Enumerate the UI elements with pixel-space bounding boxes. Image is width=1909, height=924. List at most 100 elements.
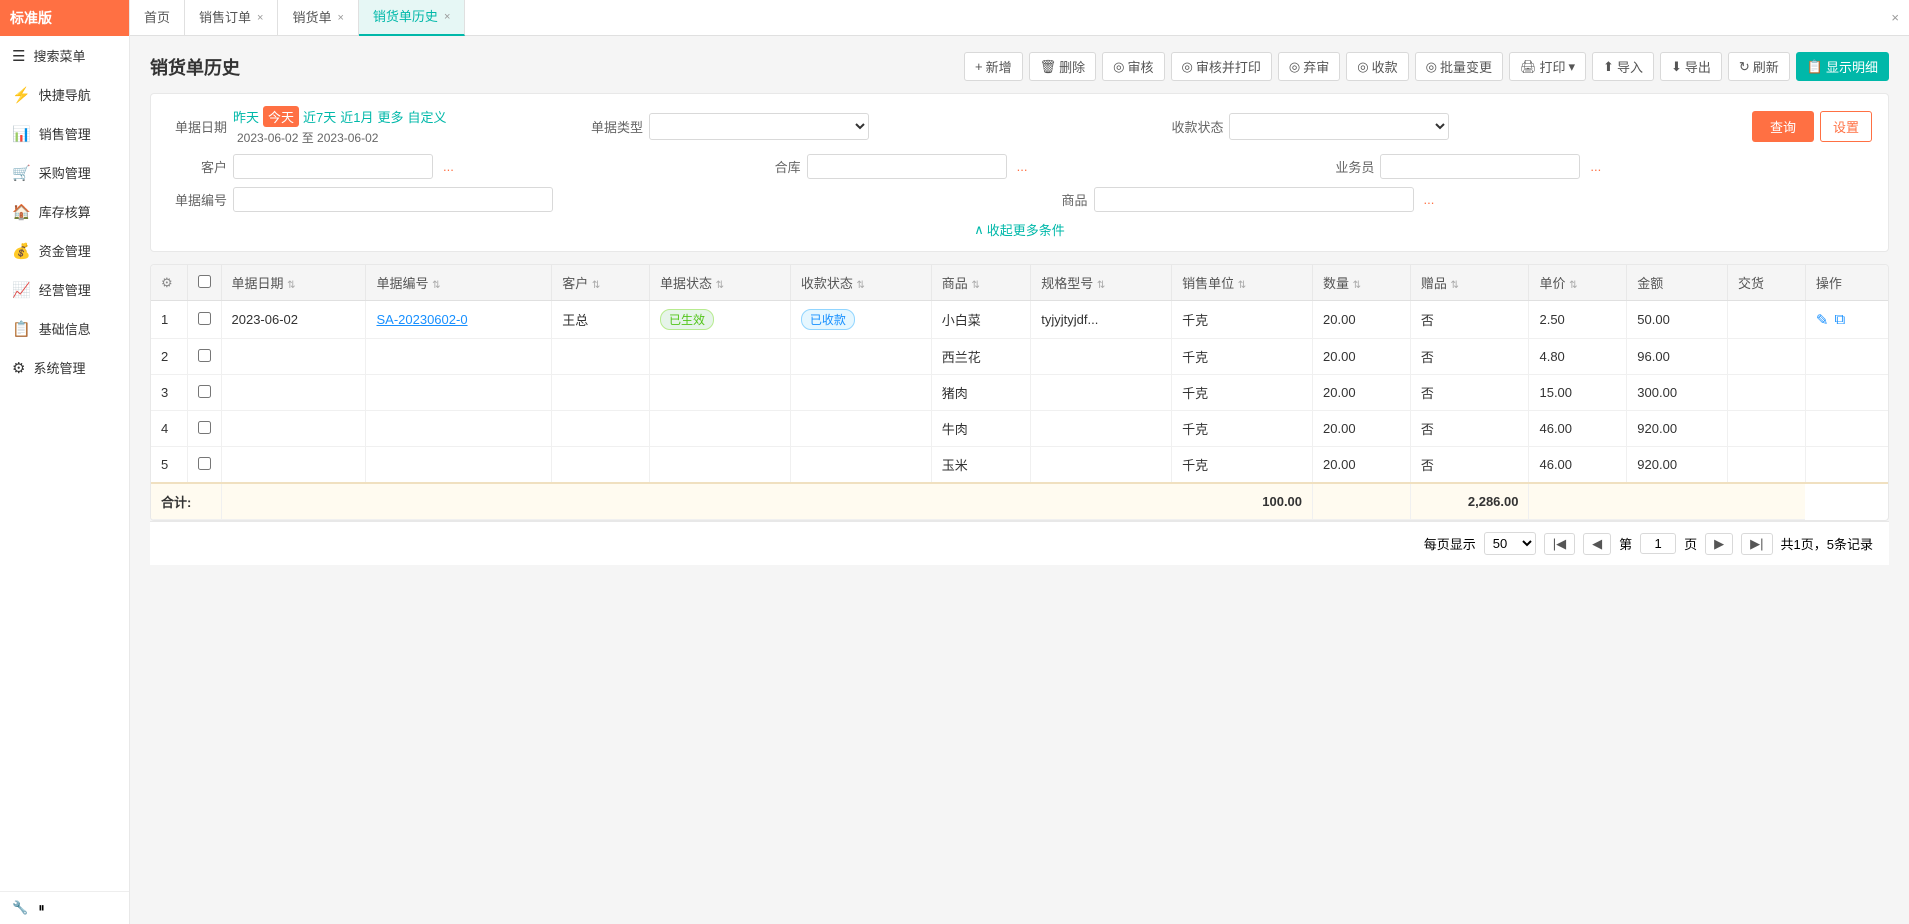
sidebar-item-quick-nav[interactable]: ⚡ 快捷导航 bbox=[0, 75, 129, 114]
today-shortcut[interactable]: 今天 bbox=[263, 106, 299, 127]
goods-input[interactable] bbox=[1094, 187, 1414, 212]
main-table: ⚙ 单据日期 ⇅ 单据编号 ⇅ bbox=[151, 265, 1888, 520]
collapse-btn[interactable]: ∧ 收起更多条件 bbox=[167, 220, 1872, 239]
cell-quantity: 20.00 bbox=[1313, 447, 1411, 484]
col-spec-type[interactable]: 规格型号 ⇅ bbox=[1031, 265, 1172, 301]
close-all-tabs[interactable]: × bbox=[1891, 10, 1909, 25]
more-shortcut[interactable]: 更多 bbox=[378, 107, 404, 126]
cell-doc-date: 2023-06-02 bbox=[221, 301, 366, 339]
close-tab-sales-delivery[interactable]: × bbox=[337, 0, 343, 36]
edit-icon[interactable]: ✎ bbox=[1816, 311, 1829, 329]
sort-qty-icon: ⇅ bbox=[1353, 280, 1361, 291]
copy-icon[interactable]: ⧉ bbox=[1834, 311, 1845, 329]
cell-row-num: 1 bbox=[151, 301, 187, 339]
date-label: 单据日期 bbox=[167, 117, 227, 136]
delete-button[interactable]: 🗑 删除 bbox=[1029, 52, 1097, 81]
goods-ellipsis[interactable]: ... bbox=[1420, 192, 1439, 207]
col-collect-status[interactable]: 收款状态 ⇅ bbox=[790, 265, 931, 301]
col-quantity[interactable]: 数量 ⇅ bbox=[1313, 265, 1411, 301]
sidebar-item-sys-mgmt[interactable]: ⚙ 系统管理 bbox=[0, 348, 129, 387]
cell-collect-status bbox=[790, 375, 931, 411]
cell-checkbox bbox=[187, 339, 221, 375]
abandon-button[interactable]: ◎ 弃审 bbox=[1278, 52, 1340, 81]
cell-unit-price: 4.80 bbox=[1529, 339, 1627, 375]
collect-button[interactable]: ◎ 收款 bbox=[1346, 52, 1408, 81]
sidebar-item-base-info[interactable]: 📋 基础信息 bbox=[0, 309, 129, 348]
toolbar: + 新增 🗑 删除 ◎ 审核 ◎ 审核并打印 ◎ 弃审 bbox=[964, 52, 1889, 81]
cell-doc-status bbox=[650, 375, 791, 411]
per-page-select[interactable]: 50 100 bbox=[1484, 532, 1536, 555]
cell-transaction bbox=[1727, 301, 1805, 339]
audit-print-button[interactable]: ◎ 审核并打印 bbox=[1171, 52, 1272, 81]
last1month-shortcut[interactable]: 近1月 bbox=[340, 107, 373, 126]
print-button[interactable]: 🖨 打印 ▾ bbox=[1509, 52, 1586, 81]
last-page-btn[interactable]: ▶| bbox=[1741, 533, 1772, 555]
col-customer[interactable]: 客户 ⇅ bbox=[552, 265, 650, 301]
tab-sales-delivery[interactable]: 销货单 × bbox=[278, 0, 358, 36]
sys-mgmt-icon: ⚙ bbox=[12, 359, 25, 377]
setting-button[interactable]: 设置 bbox=[1820, 111, 1872, 142]
close-tab-sales-history[interactable]: × bbox=[444, 0, 450, 35]
show-detail-button[interactable]: 📋 显示明细 bbox=[1796, 52, 1889, 81]
export-button[interactable]: ⬇ 导出 bbox=[1660, 52, 1722, 81]
total-info: 共1页，5条记录 bbox=[1781, 534, 1873, 553]
query-button[interactable]: 查询 bbox=[1752, 111, 1814, 142]
tab-home[interactable]: 首页 bbox=[130, 0, 185, 36]
col-gift[interactable]: 赠品 ⇅ bbox=[1410, 265, 1529, 301]
col-goods[interactable]: 商品 ⇅ bbox=[931, 265, 1030, 301]
dropdown-arrow-icon: ▾ bbox=[1569, 59, 1576, 75]
col-doc-date[interactable]: 单据日期 ⇅ bbox=[221, 265, 366, 301]
sidebar: 标准版 ☰ 搜索菜单 ⚡ 快捷导航 📊 销售管理 🛒 采购管理 🏠 库存核算 💰… bbox=[0, 0, 130, 924]
doc-no-input[interactable] bbox=[233, 187, 553, 212]
row-checkbox[interactable] bbox=[198, 312, 211, 325]
sidebar-item-purchase-mgmt[interactable]: 🛒 采购管理 bbox=[0, 153, 129, 192]
row-checkbox[interactable] bbox=[198, 385, 211, 398]
audit-button[interactable]: ◎ 审核 bbox=[1102, 52, 1164, 81]
quick-nav-icon: ⚡ bbox=[12, 86, 31, 104]
col-doc-status[interactable]: 单据状态 ⇅ bbox=[650, 265, 791, 301]
salesperson-ellipsis[interactable]: ... bbox=[1586, 159, 1605, 174]
sidebar-item-finance[interactable]: 💰 资金管理 bbox=[0, 231, 129, 270]
filter-row-1: 单据日期 昨天 今天 近7天 近1月 更多 自定义 2023-06-02 至 2… bbox=[167, 106, 1872, 146]
col-doc-no[interactable]: 单据编号 ⇅ bbox=[366, 265, 552, 301]
col-unit-price[interactable]: 单价 ⇅ bbox=[1529, 265, 1627, 301]
select-all-checkbox[interactable] bbox=[198, 275, 211, 288]
row-checkbox[interactable] bbox=[198, 421, 211, 434]
col-sales-unit[interactable]: 销售单位 ⇅ bbox=[1172, 265, 1313, 301]
cell-quantity: 20.00 bbox=[1313, 375, 1411, 411]
sidebar-item-search-menu[interactable]: ☰ 搜索菜单 bbox=[0, 36, 129, 75]
row-checkbox[interactable] bbox=[198, 457, 211, 470]
next-page-btn[interactable]: ▶ bbox=[1705, 533, 1733, 555]
import-button[interactable]: ⬆ 导入 bbox=[1592, 52, 1654, 81]
warehouse-input[interactable] bbox=[807, 154, 1007, 179]
gear-icon[interactable]: ⚙ bbox=[161, 275, 173, 290]
customer-ellipsis[interactable]: ... bbox=[439, 159, 458, 174]
batch-change-button[interactable]: ◎ 批量变更 bbox=[1415, 52, 1503, 81]
tab-sales-history[interactable]: 销货单历史 × bbox=[359, 0, 465, 36]
settings-icon[interactable]: 🔧 bbox=[12, 900, 28, 916]
sidebar-item-inventory[interactable]: 🏠 库存核算 bbox=[0, 192, 129, 231]
prev-page-btn[interactable]: ◀ bbox=[1583, 533, 1611, 555]
sidebar-item-label: 基础信息 bbox=[39, 319, 91, 338]
doc-no-link[interactable]: SA-20230602-0 bbox=[376, 312, 467, 327]
pause-icon[interactable]: ⏸ bbox=[38, 900, 45, 916]
refresh-button[interactable]: ↻ 刷新 bbox=[1728, 52, 1790, 81]
row-checkbox[interactable] bbox=[198, 349, 211, 362]
sort-collect-status-icon: ⇅ bbox=[857, 280, 865, 291]
page-number-input[interactable] bbox=[1640, 533, 1676, 554]
doc-type-select[interactable] bbox=[649, 113, 869, 140]
first-page-btn[interactable]: |◀ bbox=[1544, 533, 1575, 555]
salesperson-input[interactable] bbox=[1380, 154, 1580, 179]
custom-shortcut[interactable]: 自定义 bbox=[408, 107, 447, 126]
collect-status-badge: 已收款 bbox=[801, 309, 855, 330]
collect-status-select[interactable] bbox=[1229, 113, 1449, 140]
last7days-shortcut[interactable]: 近7天 bbox=[303, 107, 336, 126]
sidebar-item-operations[interactable]: 📈 经营管理 bbox=[0, 270, 129, 309]
sidebar-item-sales-mgmt[interactable]: 📊 销售管理 bbox=[0, 114, 129, 153]
customer-input[interactable] bbox=[233, 154, 433, 179]
warehouse-ellipsis[interactable]: ... bbox=[1013, 159, 1032, 174]
tab-sales-order[interactable]: 销售订单 × bbox=[185, 0, 278, 36]
yesterday-shortcut[interactable]: 昨天 bbox=[233, 107, 259, 126]
new-button[interactable]: + 新增 bbox=[964, 52, 1023, 81]
close-tab-sales-order[interactable]: × bbox=[257, 0, 263, 36]
